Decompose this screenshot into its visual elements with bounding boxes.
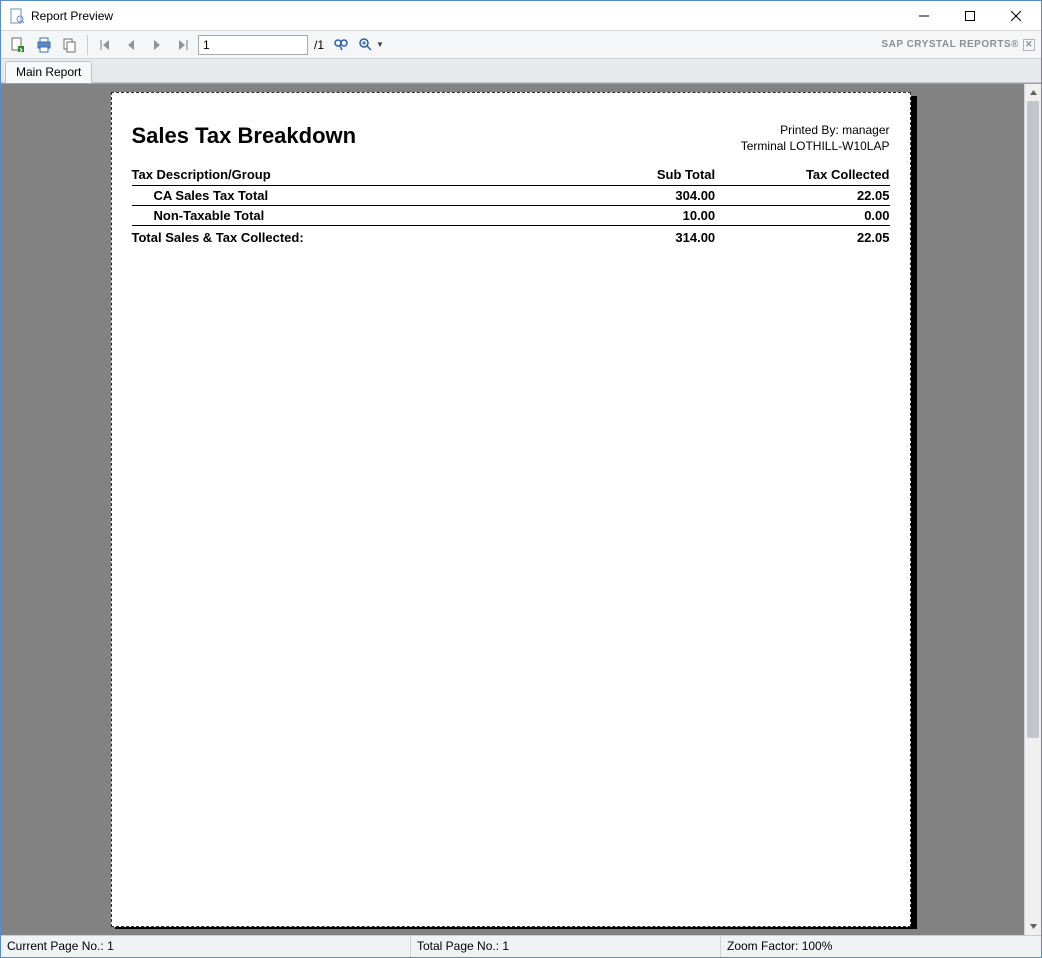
page-viewport: Sales Tax Breakdown Printed By: manager … <box>1 84 1024 935</box>
minimize-button[interactable] <box>901 2 947 30</box>
cell-subtotal: 10.00 <box>548 206 715 226</box>
total-subtotal: 314.00 <box>548 226 715 248</box>
page-total-label: /1 <box>312 38 326 52</box>
report-preview-window: Report Preview <box>0 0 1042 958</box>
toolbar: /1 ▼ SAP CRYSTAL REPORTS® ✕ <box>1 31 1041 59</box>
table-row: CA Sales Tax Total 304.00 22.05 <box>132 186 890 206</box>
print-button[interactable] <box>33 34 55 56</box>
printed-by-value: manager <box>842 123 889 137</box>
report-table: Tax Description/Group Sub Total Tax Coll… <box>132 164 890 247</box>
titlebar: Report Preview <box>1 1 1041 31</box>
cell-collected: 22.05 <box>715 186 889 206</box>
status-current-value: 1 <box>107 939 114 953</box>
cell-desc: CA Sales Tax Total <box>132 186 549 206</box>
prev-page-button[interactable] <box>120 34 142 56</box>
brand-close-icon[interactable]: ✕ <box>1023 39 1035 51</box>
window-title: Report Preview <box>31 9 113 23</box>
terminal-label: Terminal <box>741 139 786 153</box>
status-total-value: 1 <box>502 939 509 953</box>
report-meta: Printed By: manager Terminal LOTHILL-W10… <box>741 123 890 154</box>
report-title: Sales Tax Breakdown <box>132 123 741 149</box>
last-page-button[interactable] <box>172 34 194 56</box>
status-zoom-value: 100% <box>802 939 833 953</box>
next-page-button[interactable] <box>146 34 168 56</box>
tabstrip: Main Report <box>1 59 1041 83</box>
terminal-value: LOTHILL-W10LAP <box>789 139 889 153</box>
cell-collected: 0.00 <box>715 206 889 226</box>
status-total-page: Total Page No.: 1 <box>411 936 721 957</box>
brand-text: SAP CRYSTAL REPORTS® <box>881 39 1019 50</box>
scroll-down-icon[interactable] <box>1025 918 1041 935</box>
scrollbar-thumb[interactable] <box>1027 101 1039 738</box>
status-zoom: Zoom Factor: 100% <box>721 936 1041 957</box>
separator <box>87 35 88 55</box>
report-page: Sales Tax Breakdown Printed By: manager … <box>111 92 911 927</box>
total-label: Total Sales & Tax Collected: <box>132 226 549 248</box>
col-collected: Tax Collected <box>715 164 889 186</box>
total-collected: 22.05 <box>715 226 889 248</box>
cell-desc: Non-Taxable Total <box>132 206 549 226</box>
table-total-row: Total Sales & Tax Collected: 314.00 22.0… <box>132 226 890 248</box>
col-desc: Tax Description/Group <box>132 164 549 186</box>
cell-subtotal: 304.00 <box>548 186 715 206</box>
export-button[interactable] <box>7 34 29 56</box>
first-page-button[interactable] <box>94 34 116 56</box>
vertical-scrollbar[interactable] <box>1024 84 1041 935</box>
col-subtotal: Sub Total <box>548 164 715 186</box>
statusbar: Current Page No.: 1 Total Page No.: 1 Zo… <box>1 935 1041 957</box>
status-zoom-label: Zoom Factor: <box>727 939 798 953</box>
brand-label: SAP CRYSTAL REPORTS® ✕ <box>881 39 1035 51</box>
zoom-button[interactable]: ▼ <box>356 34 386 56</box>
close-button[interactable] <box>993 2 1039 30</box>
page-number-input[interactable] <box>198 35 308 55</box>
content-area: Sales Tax Breakdown Printed By: manager … <box>1 83 1041 935</box>
printed-by-label: Printed By: <box>780 123 839 137</box>
maximize-button[interactable] <box>947 2 993 30</box>
status-current-page: Current Page No.: 1 <box>1 936 411 957</box>
chevron-down-icon: ▼ <box>376 40 384 49</box>
tab-main-report[interactable]: Main Report <box>5 61 92 83</box>
status-current-label: Current Page No.: <box>7 939 104 953</box>
table-row: Non-Taxable Total 10.00 0.00 <box>132 206 890 226</box>
status-total-label: Total Page No.: <box>417 939 499 953</box>
scrollbar-track[interactable] <box>1025 101 1041 918</box>
find-button[interactable] <box>330 34 352 56</box>
tab-label: Main Report <box>16 65 81 79</box>
app-icon <box>9 8 25 24</box>
copy-button[interactable] <box>59 34 81 56</box>
scroll-up-icon[interactable] <box>1025 84 1041 101</box>
